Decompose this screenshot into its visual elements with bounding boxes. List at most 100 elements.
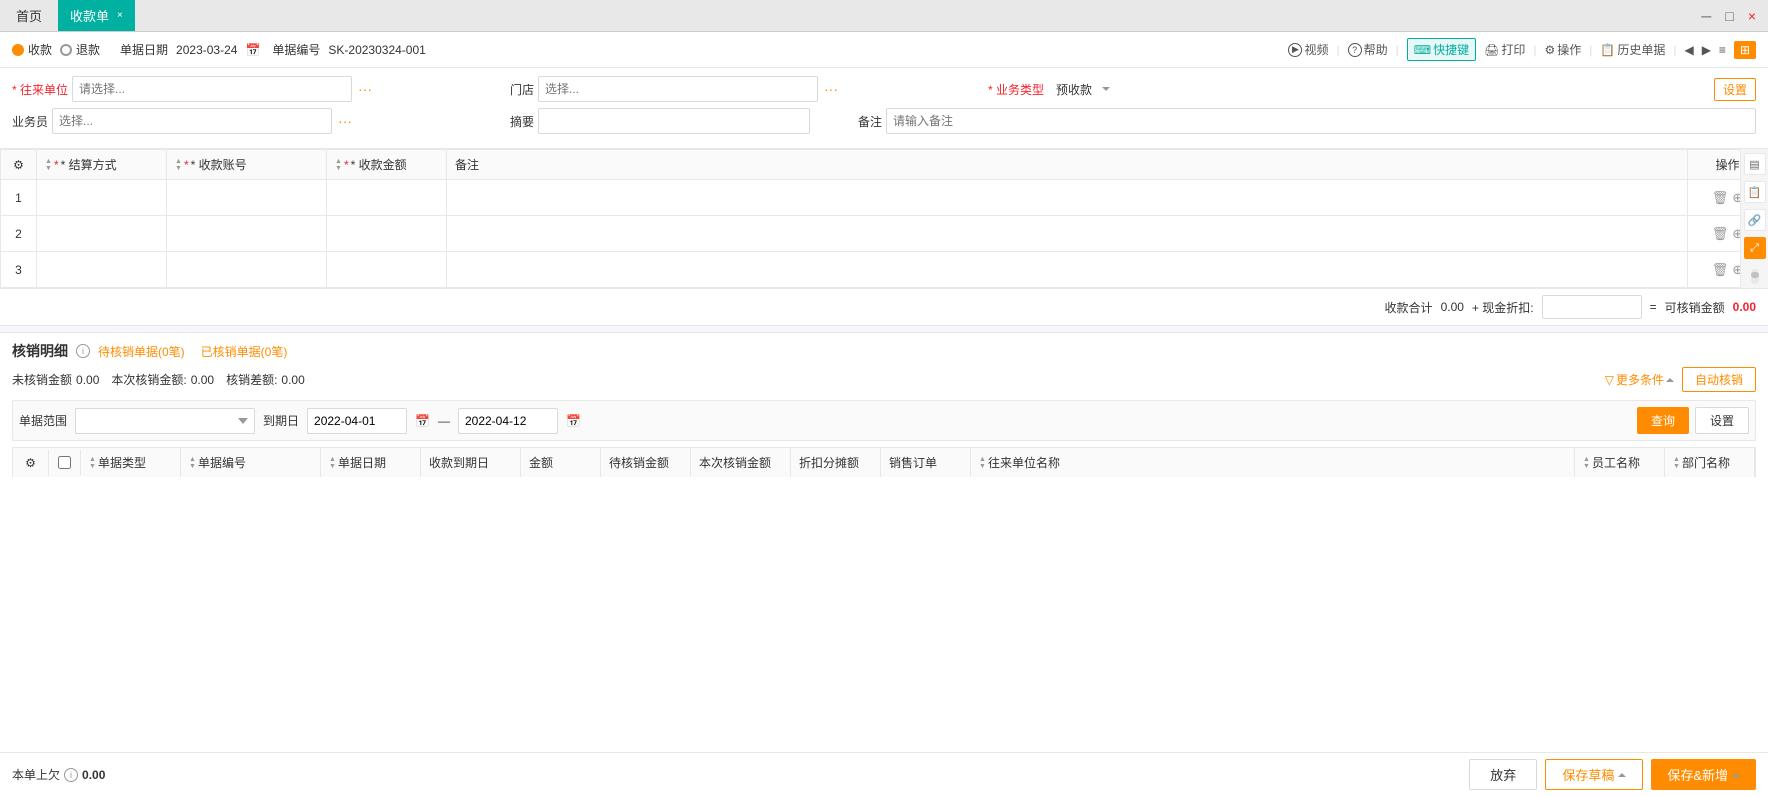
staff-section: 业务员 ··· [12, 108, 442, 134]
footer-right: 放弃 保存草稿 保存&新增 [1469, 759, 1756, 790]
table-row: 2 🗑 ⊕ [1, 216, 1768, 252]
auto-cancel-btn[interactable]: 自动核销 [1682, 367, 1756, 392]
calendar-icon[interactable]: 📅 [245, 43, 260, 57]
staff-input[interactable] [52, 108, 332, 134]
row-1-amount[interactable] [327, 180, 447, 216]
side-tools: ▤ 📋 🔗 ⤢ [1740, 149, 1768, 288]
settings-button[interactable]: 设置 [1714, 78, 1756, 101]
select-all-check[interactable] [58, 456, 71, 469]
radio-refund[interactable]: 退款 [60, 41, 100, 58]
biztype-label: * 业务类型 [988, 81, 1044, 98]
store-input[interactable] [538, 76, 818, 102]
discount-input[interactable] [1542, 295, 1642, 319]
history-btn[interactable]: 📋 历史单据 [1600, 41, 1665, 58]
done-tag[interactable]: 已核销单据(0笔) [201, 343, 288, 360]
maximize-button[interactable]: □ [1721, 6, 1737, 26]
toolbar-actions: ▶ 视频 | ? 帮助 | ⌨ 快捷键 🖨 打印 | ⚙ 操作 | [1288, 38, 1756, 61]
summary-input[interactable] [538, 108, 810, 134]
partner-more-btn[interactable]: ··· [358, 81, 372, 97]
row-1-delete-icon[interactable]: 🗑 [1712, 190, 1729, 206]
row-2-settle[interactable] [37, 216, 167, 252]
footer-left: 本单上欠 i 0.00 [12, 766, 105, 783]
form-row-2: 业务员 ··· 摘要 备注 [12, 108, 1756, 134]
staff-more-btn[interactable]: ··· [338, 113, 352, 129]
note-input[interactable] [886, 108, 1756, 134]
bottom-table-header: ⚙ ▲▼ 单据类型 ▲▼ 单据编号 ▲▼ 单据日期 收款到期日 金额 [12, 447, 1756, 477]
tab-close-icon[interactable]: × [117, 10, 123, 21]
due-start-input[interactable] [307, 408, 407, 434]
side-tool-2[interactable]: 📋 [1744, 181, 1766, 203]
nav-prev-icon[interactable]: ◀ [1684, 43, 1693, 57]
side-tool-1[interactable]: ▤ [1744, 153, 1766, 175]
row-2-delete-icon[interactable]: 🗑 [1712, 226, 1729, 242]
note-label: 备注 [858, 113, 882, 130]
print-btn[interactable]: 🖨 打印 [1484, 41, 1525, 58]
uncancelled-stat: 未核销金额 0.00 [12, 371, 99, 388]
layout-icon[interactable]: ≡ [1719, 43, 1726, 57]
row-3-amount[interactable] [327, 252, 447, 288]
cal-icon-end[interactable]: 📅 [566, 414, 581, 428]
bth-check[interactable] [49, 450, 81, 475]
total-value: 0.00 [1441, 300, 1464, 314]
history-icon: 📋 [1600, 43, 1615, 57]
range-label: 单据范围 [19, 412, 67, 429]
filter-buttons: 查询 设置 [1637, 407, 1749, 434]
th-gear: ⚙ [1, 150, 37, 180]
tab-receipt[interactable]: 收款单 × [58, 0, 135, 31]
row-2-amount[interactable] [327, 216, 447, 252]
row-3-delete-icon[interactable]: 🗑 [1712, 262, 1729, 278]
pending-tag[interactable]: 待核销单据(0笔) [98, 343, 185, 360]
partner-input[interactable] [72, 76, 352, 102]
tab-home[interactable]: 首页 [0, 0, 58, 31]
help-btn[interactable]: ? 帮助 [1348, 41, 1388, 58]
summary-section: 摘要 [510, 108, 810, 134]
sort-number-icon: ▲▼ [189, 456, 196, 470]
row-1-note[interactable] [447, 180, 1688, 216]
biztype-dropdown-icon[interactable] [1102, 87, 1110, 91]
table-row: 1 🗑 ⊕ [1, 180, 1768, 216]
row-2-account[interactable] [167, 216, 327, 252]
due-end-input[interactable] [458, 408, 558, 434]
cal-icon-start[interactable]: 📅 [415, 414, 430, 428]
verification-area: 核销明细 i 待核销单据(0笔) 已核销单据(0笔) 未核销金额 0.00 本次… [0, 333, 1768, 477]
bth-this: 本次核销金额 [691, 448, 791, 477]
verif-title: 核销明细 [12, 341, 68, 361]
row-3-note[interactable] [447, 252, 1688, 288]
grid-icon[interactable]: ⊞ [1734, 41, 1756, 59]
save-new-button[interactable]: 保存&新增 [1651, 759, 1756, 790]
row-num-2: 2 [1, 216, 37, 252]
side-tool-3[interactable]: 🔗 [1744, 209, 1766, 231]
store-section: 门店 ··· [510, 76, 940, 102]
summary-row: 收款合计 0.00 + 现金折扣: = 可核销金额 0.00 [0, 288, 1768, 325]
radio-receipt[interactable]: 收款 [12, 41, 52, 58]
row-3-settle[interactable] [37, 252, 167, 288]
save-draft-button[interactable]: 保存草稿 [1545, 759, 1643, 790]
row-1-settle[interactable] [37, 180, 167, 216]
sort-dept-icon: ▲▼ [1673, 456, 1680, 470]
side-tool-4[interactable]: ⤢ [1744, 237, 1766, 259]
operations-btn[interactable]: ⚙ 操作 [1544, 41, 1581, 58]
bth-gear[interactable]: ⚙ [13, 450, 49, 476]
row-3-account[interactable] [167, 252, 327, 288]
more-conditions-btn[interactable]: ▽ 更多条件 [1605, 371, 1674, 388]
minimize-button[interactable]: ─ [1697, 6, 1715, 26]
row-2-note[interactable] [447, 216, 1688, 252]
th-settle: ▲▼ * 结算方式 [37, 150, 167, 180]
store-more-btn[interactable]: ··· [824, 81, 838, 97]
close-window-button[interactable]: × [1744, 6, 1760, 26]
video-btn[interactable]: ▶ 视频 [1288, 41, 1328, 58]
help-icon: ? [1348, 43, 1362, 57]
diff-val: 0.00 [281, 373, 304, 387]
query-btn[interactable]: 查询 [1637, 407, 1689, 434]
shortcut-btn[interactable]: ⌨ 快捷键 [1407, 38, 1476, 61]
bth-amount: 金额 [521, 448, 601, 477]
nav-next-icon[interactable]: ▶ [1702, 43, 1711, 57]
prev-info-icon[interactable]: i [64, 768, 78, 782]
row-1-account[interactable] [167, 180, 327, 216]
top-toolbar: 收款 退款 单据日期 2023-03-24 📅 单据编号 SK-20230324… [0, 32, 1768, 68]
discard-button[interactable]: 放弃 [1469, 759, 1537, 790]
range-select[interactable] [75, 408, 255, 434]
bth-dept: ▲▼ 部门名称 [1665, 448, 1755, 477]
filter-setting-btn[interactable]: 设置 [1695, 407, 1749, 434]
verif-info-icon[interactable]: i [76, 344, 90, 358]
